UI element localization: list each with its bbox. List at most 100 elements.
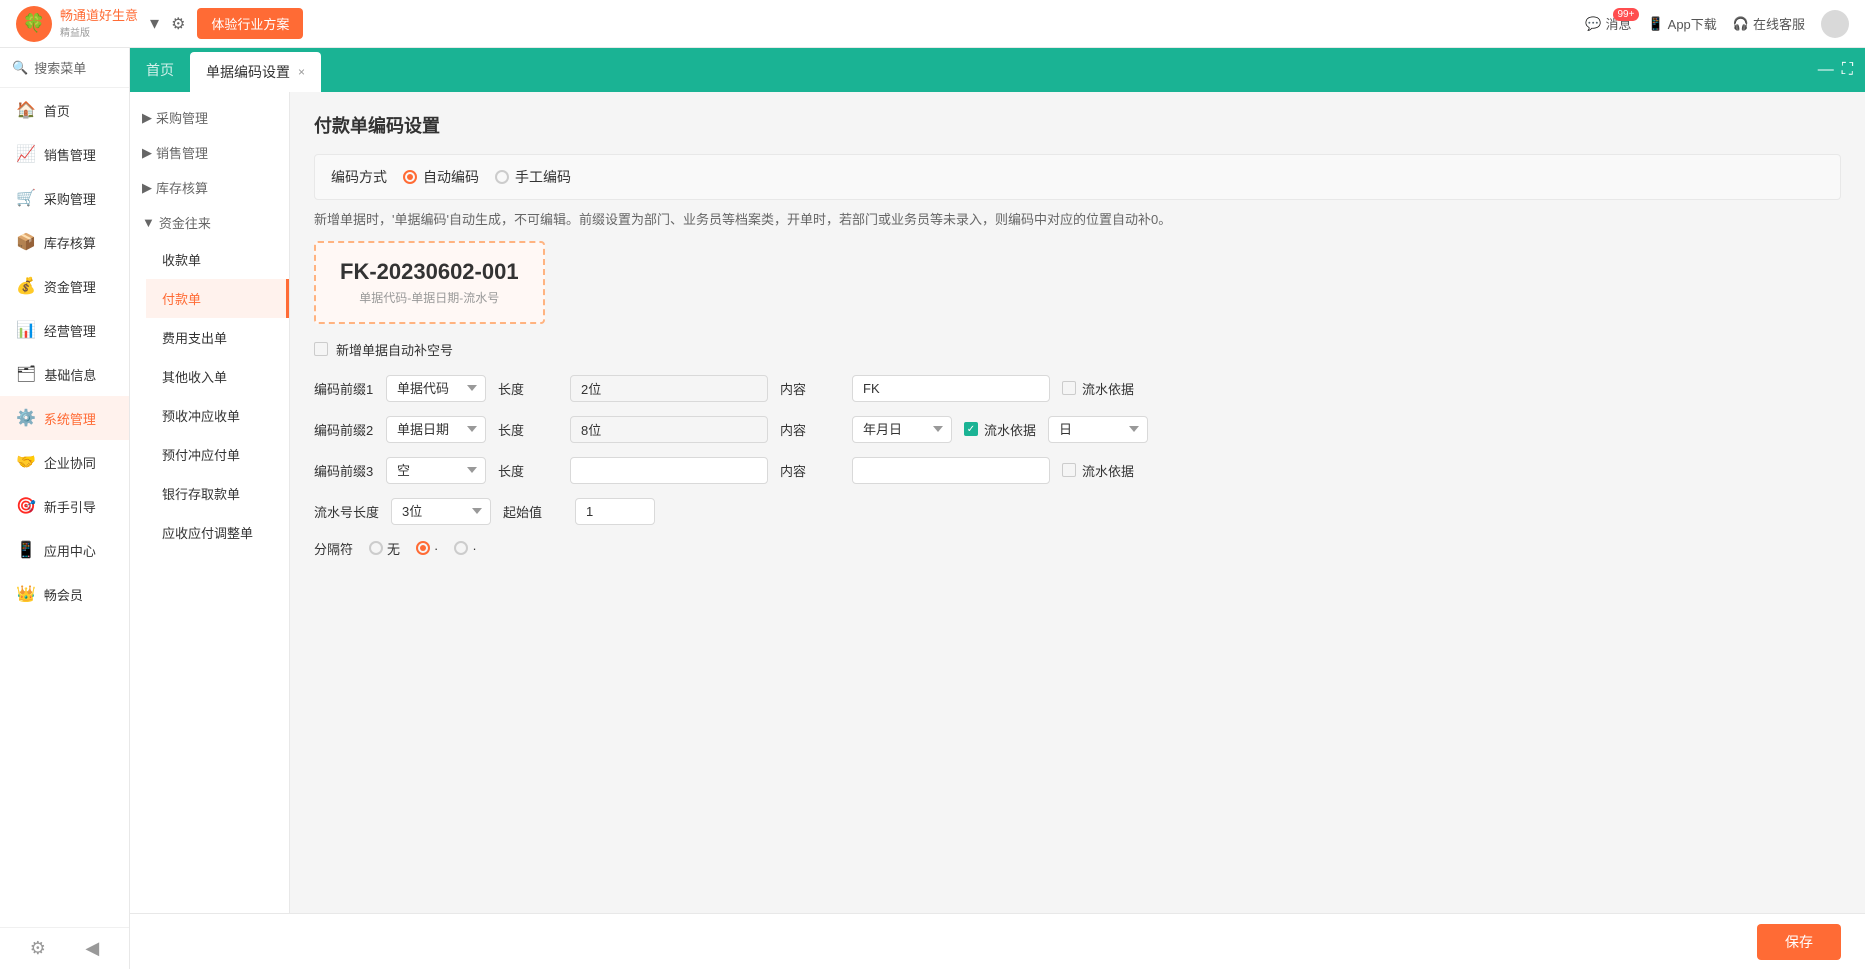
- prefix3-row: 编码前缀3 空 长度 内容 流水依据: [314, 457, 1841, 484]
- auto-encode-radio[interactable]: 自动编码: [403, 167, 479, 187]
- serial-len-row: 流水号长度 3位 起始值: [314, 498, 1841, 525]
- sidebar-footer: ⚙ ◀: [0, 927, 129, 969]
- serial-len-select[interactable]: 3位: [391, 498, 491, 525]
- logo: 🍀 畅通道好生意 精益版: [16, 6, 138, 42]
- left-nav-item-advance-pay[interactable]: 预付冲应付单: [146, 435, 289, 474]
- prefix1-row: 编码前缀1 单据代码 长度 内容 流水依据: [314, 375, 1841, 402]
- manual-encode-radio[interactable]: 手工编码: [495, 167, 571, 187]
- tab-bar: 首页 单据编码设置 × — ⛶: [130, 48, 1865, 92]
- serial-start-input[interactable]: [575, 498, 655, 525]
- info-text: 新增单据时，'单据编码'自动生成，不可编辑。前缀设置为部门、业务员等档案类，开单…: [314, 200, 1841, 241]
- guide-icon: 🎯: [16, 496, 36, 516]
- sep-dash-radio[interactable]: ·: [454, 541, 476, 556]
- left-nav-item-bank[interactable]: 银行存取款单: [146, 474, 289, 513]
- prefix3-select[interactable]: 空: [386, 457, 486, 484]
- prefix2-content-select[interactable]: 年月日: [852, 416, 952, 443]
- home-icon: 🏠: [16, 100, 36, 120]
- prefix2-serial-check-box[interactable]: ✓: [964, 422, 978, 436]
- left-nav-children-capital: 收款单 付款单 费用支出单 其他收入单 预收冲应收单 预付冲: [130, 240, 289, 552]
- prefix3-len-input[interactable]: [570, 457, 768, 484]
- user-avatar[interactable]: [1821, 10, 1849, 38]
- sep-dot-radio[interactable]: ·: [416, 541, 438, 556]
- sidebar-item-system[interactable]: ⚙️ 系统管理: [0, 396, 129, 440]
- tab-expand-btn[interactable]: ⛶: [1842, 61, 1853, 79]
- prefix3-serial-checkbox[interactable]: 流水依据: [1062, 461, 1134, 480]
- code-preview-main: FK-20230602-001: [340, 259, 519, 285]
- two-col-layout: ▶ 采购管理 ▶ 销售管理 ▶ 库存核算 ▼ 资金往来 收款单: [130, 92, 1865, 913]
- prefix2-unit-select[interactable]: 日: [1048, 416, 1148, 443]
- prefix1-serial-check-box[interactable]: [1062, 381, 1076, 395]
- sep-dash-dot: [454, 541, 468, 555]
- sidebar-collapse-btn[interactable]: ◀: [85, 938, 99, 959]
- sidebar-item-finance[interactable]: 💰 资金管理: [0, 264, 129, 308]
- prefix2-serial-checkbox[interactable]: ✓ 流水依据: [964, 420, 1036, 439]
- auto-fill-label: 新增单据自动补空号: [336, 340, 453, 359]
- app-download-btn[interactable]: 📱 App下载: [1647, 14, 1716, 33]
- sidebar-item-operations[interactable]: 📊 经营管理: [0, 308, 129, 352]
- left-nav-group-sales[interactable]: ▶ 销售管理: [130, 135, 289, 170]
- left-nav-group-purchase-arrow: ▶: [142, 110, 152, 126]
- prefix3-content-input[interactable]: [852, 457, 1050, 484]
- message-badge: 99+: [1613, 8, 1640, 21]
- sep-none-radio[interactable]: 无: [369, 539, 400, 558]
- tab-encode-settings[interactable]: 单据编码设置 ×: [190, 52, 321, 92]
- auto-encode-dot: [403, 170, 417, 184]
- sidebar-item-home[interactable]: 🏠 首页: [0, 88, 129, 132]
- sidebar-item-member[interactable]: 👑 畅会员: [0, 572, 129, 616]
- online-service-btn[interactable]: 🎧 在线客服: [1733, 14, 1805, 33]
- left-nav-item-receipt[interactable]: 收款单: [146, 240, 289, 279]
- sidebar-item-purchase[interactable]: 🛒 采购管理: [0, 176, 129, 220]
- left-nav-item-payment[interactable]: 付款单: [146, 279, 289, 318]
- stock-icon: 📦: [16, 232, 36, 252]
- sidebar-item-base[interactable]: 🗂 基础信息: [0, 352, 129, 396]
- trial-btn[interactable]: 体验行业方案: [197, 8, 303, 39]
- prefix1-serial-checkbox[interactable]: 流水依据: [1062, 379, 1134, 398]
- prefix1-content-input[interactable]: [852, 375, 1050, 402]
- sep-none-dot: [369, 541, 383, 555]
- finance-icon: 💰: [16, 276, 36, 296]
- left-nav-group-purchase[interactable]: ▶ 采购管理: [130, 100, 289, 135]
- sep-dot-dot: [416, 541, 430, 555]
- settings-gear-btn[interactable]: ⚙: [171, 14, 185, 34]
- sidebar-item-apps[interactable]: 📱 应用中心: [0, 528, 129, 572]
- topbar: 🍀 畅通道好生意 精益版 ▾ ⚙ 体验行业方案 💬 消息 99+ 📱 App下载…: [0, 0, 1865, 48]
- left-nav-item-ar-ap[interactable]: 应收应付调整单: [146, 513, 289, 552]
- sidebar-item-sales[interactable]: 📈 销售管理: [0, 132, 129, 176]
- member-icon: 👑: [16, 584, 36, 604]
- tab-bar-actions: — ⛶: [1818, 61, 1865, 79]
- logo-text: 畅通道好生意 精益版: [60, 8, 138, 39]
- purchase-icon: 🛒: [16, 188, 36, 208]
- message-btn[interactable]: 💬 消息 99+: [1585, 14, 1631, 33]
- auto-fill-checkbox[interactable]: [314, 342, 328, 356]
- base-icon: 🗂: [16, 364, 36, 384]
- right-content: 付款单编码设置 编码方式 自动编码 手工编码: [290, 92, 1865, 913]
- left-nav-group-stock-arrow: ▶: [142, 180, 152, 196]
- left-nav-item-expense[interactable]: 费用支出单: [146, 318, 289, 357]
- code-preview-sub: 单据代码-单据日期-流水号: [340, 289, 519, 306]
- logo-icon: 🍀: [16, 6, 52, 42]
- prefix2-select[interactable]: 单据日期: [386, 416, 486, 443]
- left-nav-group-capital[interactable]: ▼ 资金往来: [130, 205, 289, 240]
- topbar-left: 🍀 畅通道好生意 精益版 ▾ ⚙ 体验行业方案: [16, 6, 303, 42]
- prefix3-serial-check-box[interactable]: [1062, 463, 1076, 477]
- left-nav-item-other-income[interactable]: 其他收入单: [146, 357, 289, 396]
- nav-dropdown-btn[interactable]: ▾: [150, 13, 159, 34]
- tab-close-btn[interactable]: ×: [298, 65, 305, 79]
- sales-icon: 📈: [16, 144, 36, 164]
- prefix3-label: 编码前缀3: [314, 461, 374, 480]
- left-nav-group-stock[interactable]: ▶ 库存核算: [130, 170, 289, 205]
- topbar-right: 💬 消息 99+ 📱 App下载 🎧 在线客服: [1585, 10, 1849, 38]
- prefix1-len-label: 长度: [498, 379, 558, 398]
- prefix2-label: 编码前缀2: [314, 420, 374, 439]
- save-button[interactable]: 保存: [1757, 924, 1841, 960]
- sidebar-item-guide[interactable]: 🎯 新手引导: [0, 484, 129, 528]
- separator-row: 分隔符 无 · ·: [314, 539, 1841, 558]
- prefix1-select[interactable]: 单据代码: [386, 375, 486, 402]
- sidebar-item-stock[interactable]: 📦 库存核算: [0, 220, 129, 264]
- left-nav-item-advance-recv[interactable]: 预收冲应收单: [146, 396, 289, 435]
- search-menu[interactable]: 🔍 搜索菜单: [0, 48, 129, 88]
- sidebar-item-corp[interactable]: 🤝 企业协同: [0, 440, 129, 484]
- tab-minimize-btn[interactable]: —: [1818, 61, 1834, 79]
- sidebar-settings-btn[interactable]: ⚙: [30, 938, 46, 959]
- tab-home[interactable]: 首页: [130, 48, 190, 92]
